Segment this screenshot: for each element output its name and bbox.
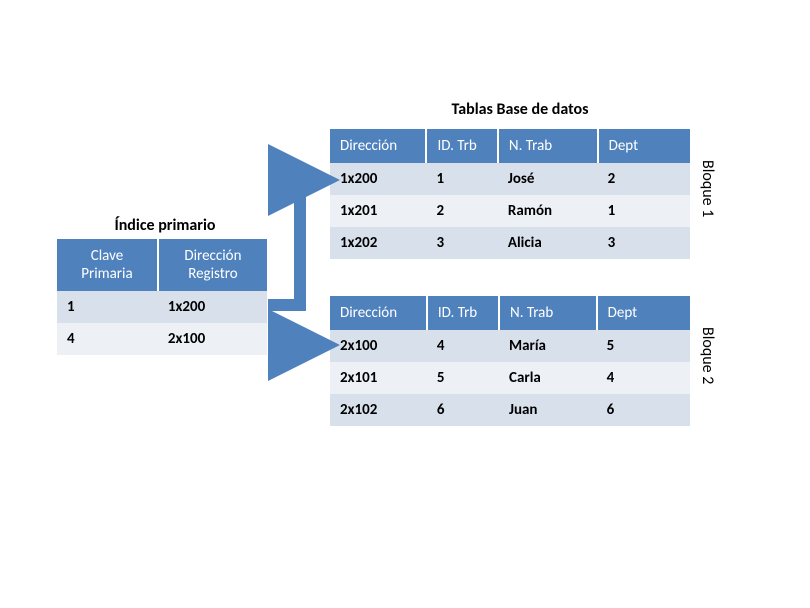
idx-header-key: Clave Primaria — [57, 239, 158, 291]
cell-id: 5 — [427, 362, 499, 394]
cell-name: José — [498, 163, 598, 195]
table-row: 2x100 4 María 5 — [330, 330, 690, 362]
cell-addr: 2x101 — [330, 362, 427, 394]
hdr-name: N. Trab — [498, 129, 598, 163]
cell-name: Carla — [499, 362, 597, 394]
cell-name: Ramón — [498, 195, 598, 227]
idx-addr: 1x200 — [158, 291, 267, 323]
cell-dept: 3 — [598, 227, 690, 259]
cell-name: Juan — [499, 394, 597, 426]
table-row: 1x201 2 Ramón 1 — [330, 195, 690, 227]
cell-addr: 1x201 — [330, 195, 426, 227]
cell-id: 4 — [427, 330, 499, 362]
table-row: 1 1x200 — [57, 291, 267, 323]
block2-table: Dirección ID. Trb N. Trab Dept 2x100 4 M… — [330, 296, 690, 426]
idx-key: 4 — [57, 323, 158, 355]
hdr-id: ID. Trb — [427, 296, 499, 330]
hdr-name: N. Trab — [499, 296, 597, 330]
hdr-addr: Dirección — [330, 296, 427, 330]
cell-addr: 2x102 — [330, 394, 427, 426]
arrow-to-block1 — [268, 180, 328, 305]
block1-table: Dirección ID. Trb N. Trab Dept 1x200 1 J… — [330, 129, 690, 259]
idx-key: 1 — [57, 291, 158, 323]
cell-addr: 2x100 — [330, 330, 427, 362]
table-row: 4 2x100 — [57, 323, 267, 355]
cell-id: 1 — [426, 163, 497, 195]
cell-dept: 5 — [597, 330, 690, 362]
hdr-dept: Dept — [598, 129, 690, 163]
cell-name: Alicia — [498, 227, 598, 259]
block2-label: Bloque 2 — [698, 327, 717, 384]
cell-dept: 2 — [598, 163, 690, 195]
cell-dept: 1 — [598, 195, 690, 227]
cell-dept: 4 — [597, 362, 690, 394]
cell-addr: 1x202 — [330, 227, 426, 259]
index-title: Índice primario — [95, 216, 235, 235]
cell-dept: 6 — [597, 394, 690, 426]
cell-id: 3 — [426, 227, 497, 259]
cell-id: 2 — [426, 195, 497, 227]
table-row: 1x202 3 Alicia 3 — [330, 227, 690, 259]
hdr-id: ID. Trb — [426, 129, 497, 163]
index-table: Clave Primaria Dirección Registro 1 1x20… — [57, 239, 267, 355]
table-row: 1x200 1 José 2 — [330, 163, 690, 195]
cell-id: 6 — [427, 394, 499, 426]
table-row: 2x101 5 Carla 4 — [330, 362, 690, 394]
cell-name: María — [499, 330, 597, 362]
block1-label: Bloque 1 — [698, 160, 717, 217]
idx-header-addr: Dirección Registro — [158, 239, 267, 291]
idx-addr: 2x100 — [158, 323, 267, 355]
cell-addr: 1x200 — [330, 163, 426, 195]
data-tables-title: Tablas Base de datos — [430, 100, 610, 119]
table-row: 2x102 6 Juan 6 — [330, 394, 690, 426]
hdr-addr: Dirección — [330, 129, 426, 163]
hdr-dept: Dept — [597, 296, 690, 330]
